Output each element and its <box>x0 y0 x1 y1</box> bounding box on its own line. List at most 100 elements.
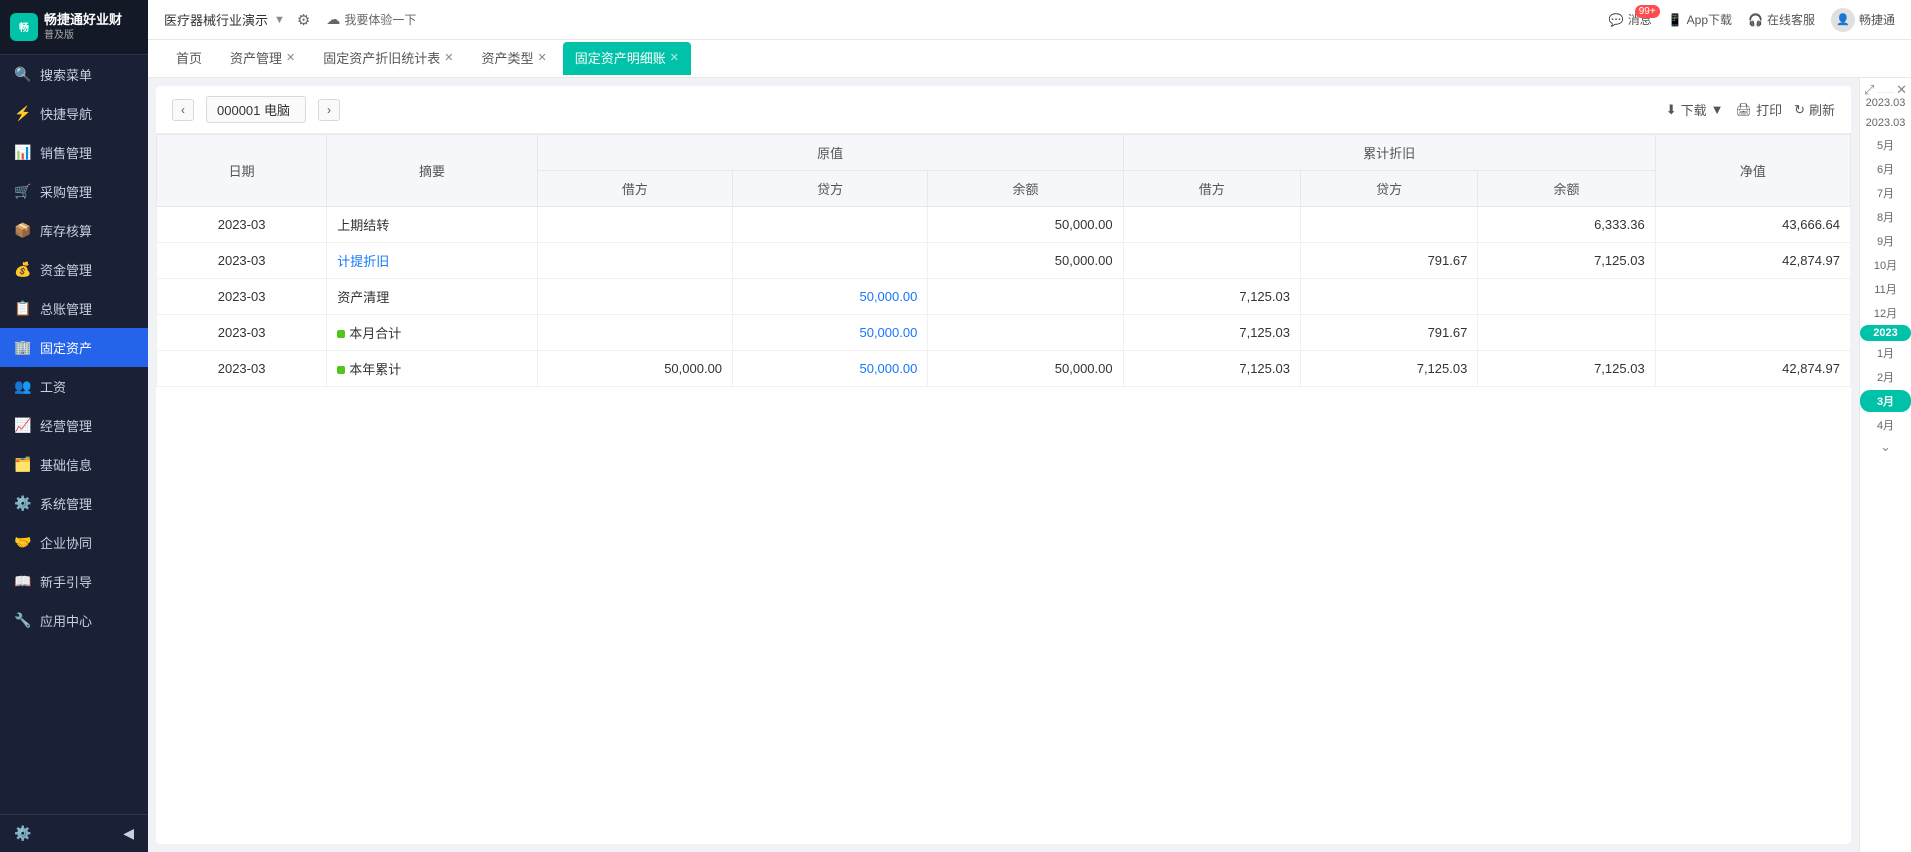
sidebar-item-label: 经营管理 <box>40 416 92 435</box>
tab-close-icon[interactable]: ✕ <box>286 51 295 64</box>
sidebar-item-search[interactable]: 🔍 搜索菜单 <box>0 55 148 94</box>
cell-dep-debit: 7,125.03 <box>1123 279 1300 315</box>
cell-net-value: 43,666.64 <box>1655 207 1850 243</box>
timeline-month-5[interactable]: 5月 <box>1860 133 1911 157</box>
sidebar-item-purchase[interactable]: 🛒 采购管理 <box>0 172 148 211</box>
tab-close-icon[interactable]: ✕ <box>444 51 453 64</box>
sysadmin-icon: ⚙️ <box>14 495 32 512</box>
user-menu-btn[interactable]: 👤 畅捷通 <box>1831 8 1895 32</box>
sidebar-item-label: 基础信息 <box>40 455 92 474</box>
cell-net-value: 42,874.97 <box>1655 243 1850 279</box>
timeline-month-8[interactable]: 8月 <box>1860 205 1911 229</box>
cell-orig-credit: 50,000.00 <box>733 315 928 351</box>
customer-service-btn[interactable]: 🎧 在线客服 <box>1748 11 1815 28</box>
sidebar-item-guide[interactable]: 📖 新手引导 <box>0 562 148 601</box>
toolbar-right: ⬇ 下载 ▼ 🖨 打印 ↻ 刷新 <box>1666 100 1835 119</box>
tab-asset-management-label: 资产管理 <box>230 48 282 67</box>
cell-date: 2023-03 <box>157 207 327 243</box>
print-btn[interactable]: 🖨 打印 <box>1736 100 1783 119</box>
sidebar-collapse-icon[interactable]: ◀ <box>123 825 134 842</box>
experience-btn[interactable]: ☁ 我要体验一下 <box>326 11 416 28</box>
download-dropdown-arrow: ▼ <box>1711 102 1724 117</box>
cell-dep-balance: 7,125.03 <box>1478 243 1655 279</box>
asset-code-display: 000001 电脑 <box>206 96 306 123</box>
cell-dep-credit <box>1300 279 1477 315</box>
sidebar-item-ledger[interactable]: 📋 总账管理 <box>0 289 148 328</box>
cell-summary: 资产清理 <box>327 279 538 315</box>
company-dropdown-arrow: ▼ <box>274 14 285 26</box>
sidebar-item-inventory[interactable]: 📦 库存核算 <box>0 211 148 250</box>
timeline-month-4[interactable]: 4月 <box>1860 413 1911 437</box>
tab-close-icon[interactable]: ✕ <box>538 51 547 64</box>
refresh-label: 刷新 <box>1809 100 1835 119</box>
next-asset-btn[interactable]: › <box>318 99 340 121</box>
company-selector[interactable]: 医疗器械行业演示 ▼ <box>164 10 285 29</box>
app-title-group: 畅捷通好业财 普及版 <box>44 12 122 42</box>
sidebar-item-quicknav[interactable]: ⚡ 快捷导航 <box>0 94 148 133</box>
cell-summary: 上期结转 <box>327 207 538 243</box>
app-title: 畅捷通好业财 <box>44 12 122 29</box>
timeline-month-12[interactable]: 12月 <box>1860 301 1911 325</box>
sidebar-item-label: 快捷导航 <box>40 104 92 123</box>
subtotal-icon <box>337 330 345 338</box>
timeline-month-11[interactable]: 11月 <box>1860 277 1911 301</box>
timeline-month-6[interactable]: 6月 <box>1860 157 1911 181</box>
timeline-month-7[interactable]: 7月 <box>1860 181 1911 205</box>
sidebar-item-collab[interactable]: 🤝 企业协同 <box>0 523 148 562</box>
main-area: 医疗器械行业演示 ▼ ⚙ ☁ 我要体验一下 💬 消息 99+ 📱 App下载 🎧… <box>148 0 1911 852</box>
cell-orig-credit <box>733 243 928 279</box>
cell-orig-credit: 50,000.00 <box>733 351 928 387</box>
tab-close-icon[interactable]: ✕ <box>670 51 679 64</box>
topbar-settings-icon[interactable]: ⚙ <box>297 11 310 29</box>
sidebar-item-operations[interactable]: 📈 经营管理 <box>0 406 148 445</box>
timeline-month-1[interactable]: 1月 <box>1860 341 1911 365</box>
topbar-right: 💬 消息 99+ 📱 App下载 🎧 在线客服 👤 畅捷通 <box>1609 8 1895 32</box>
col-orig-debit: 借方 <box>537 171 732 207</box>
experience-icon: ☁ <box>326 11 340 28</box>
sidebar-item-sales[interactable]: 📊 销售管理 <box>0 133 148 172</box>
timeline-date-2[interactable]: 2023.03 <box>1860 113 1911 133</box>
download-btn[interactable]: ⬇ 下载 ▼ <box>1666 100 1724 119</box>
guide-icon: 📖 <box>14 573 32 590</box>
tab-asset-type[interactable]: 资产类型 ✕ <box>469 42 558 75</box>
sidebar-item-appcenter[interactable]: 🔧 应用中心 <box>0 601 148 640</box>
timeline-active-month[interactable]: 3月 <box>1860 390 1911 412</box>
cell-orig-balance: 50,000.00 <box>928 207 1123 243</box>
col-orig-credit: 贷方 <box>733 171 928 207</box>
timeline-down-icon[interactable]: ⌄ <box>1878 437 1893 457</box>
search-icon: 🔍 <box>14 66 32 83</box>
cell-summary: 本年累计 <box>327 351 538 387</box>
tab-depreciation-stat[interactable]: 固定资产折旧统计表 ✕ <box>311 42 465 75</box>
timeline-month-10[interactable]: 10月 <box>1860 253 1911 277</box>
sidebar-item-fixedasset[interactable]: 🏢 固定资产 <box>0 328 148 367</box>
sidebar-item-finance[interactable]: 💰 资金管理 <box>0 250 148 289</box>
cell-date: 2023-03 <box>157 351 327 387</box>
timeline-active-year[interactable]: 2023 <box>1860 325 1911 341</box>
sidebar-item-sysadmin[interactable]: ⚙️ 系统管理 <box>0 484 148 523</box>
tab-asset-detail[interactable]: 固定资产明细账 ✕ <box>563 42 691 75</box>
tab-home[interactable]: 首页 <box>164 42 214 75</box>
message-btn[interactable]: 💬 消息 99+ <box>1609 11 1652 28</box>
sidebar-menu-scroll: 🔍 搜索菜单 ⚡ 快捷导航 📊 销售管理 🛒 采购管理 📦 库存核算 💰 资金管… <box>0 55 148 814</box>
cell-date: 2023-03 <box>157 243 327 279</box>
col-net-value: 净值 <box>1655 135 1850 207</box>
finance-icon: 💰 <box>14 261 32 278</box>
table-row: 2023-03 资产清理 50,000.00 7,125.03 <box>157 279 1851 315</box>
tab-asset-management[interactable]: 资产管理 ✕ <box>218 42 307 75</box>
timeline-expand-btn[interactable]: ⤢ <box>1864 82 1874 98</box>
cell-date: 2023-03 <box>157 315 327 351</box>
timeline-month-9[interactable]: 9月 <box>1860 229 1911 253</box>
app-download-btn[interactable]: 📱 App下载 <box>1668 11 1732 28</box>
sidebar-item-payroll[interactable]: 👥 工资 <box>0 367 148 406</box>
topbar: 医疗器械行业演示 ▼ ⚙ ☁ 我要体验一下 💬 消息 99+ 📱 App下载 🎧… <box>148 0 1911 40</box>
sidebar-settings-icon[interactable]: ⚙️ <box>14 825 31 842</box>
prev-asset-btn[interactable]: ‹ <box>172 99 194 121</box>
timeline-close-btn[interactable]: ✕ <box>1896 82 1907 98</box>
cell-dep-debit: 7,125.03 <box>1123 351 1300 387</box>
col-depreciation-group: 累计折旧 <box>1123 135 1655 171</box>
sidebar-item-basicinfo[interactable]: 🗂️ 基础信息 <box>0 445 148 484</box>
quicknav-icon: ⚡ <box>14 105 32 122</box>
collab-icon: 🤝 <box>14 534 32 551</box>
timeline-month-2[interactable]: 2月 <box>1860 365 1911 389</box>
refresh-btn[interactable]: ↻ 刷新 <box>1794 100 1835 119</box>
